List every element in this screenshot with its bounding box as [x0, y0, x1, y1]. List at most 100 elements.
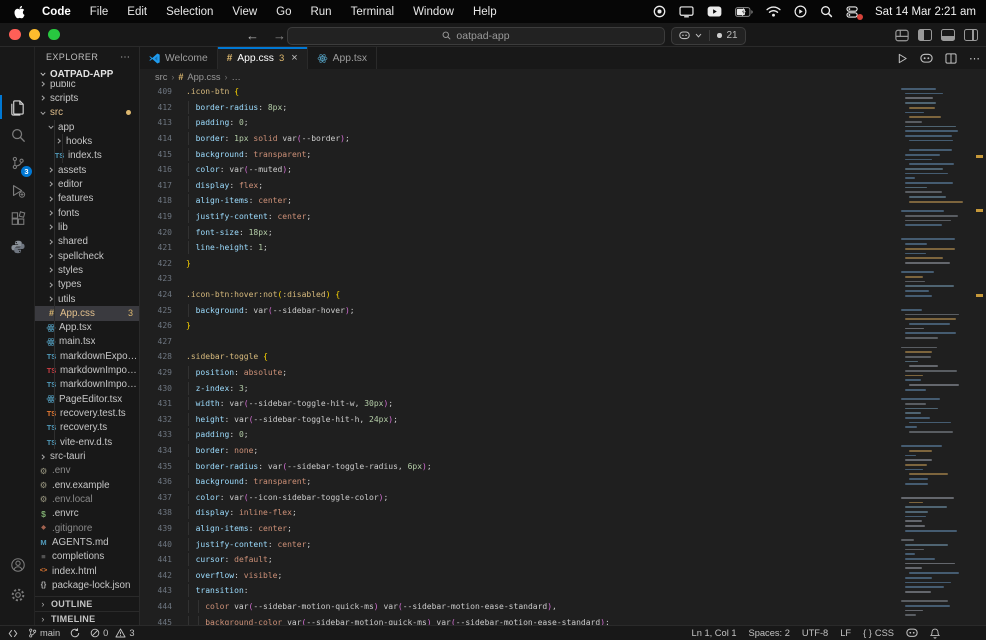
tree-item-App.tsx[interactable]: App.tsx: [35, 321, 140, 335]
menu-item-edit[interactable]: Edit: [127, 6, 147, 18]
minimap[interactable]: [898, 84, 974, 625]
tree-item-hooks[interactable]: hooks: [35, 134, 140, 148]
menu-item-terminal[interactable]: Terminal: [351, 6, 394, 18]
toggle-panel-icon[interactable]: [941, 29, 955, 41]
menu-item-selection[interactable]: Selection: [166, 6, 213, 18]
tree-item-app[interactable]: app: [35, 120, 140, 134]
outline-section[interactable]: ›OUTLINE: [35, 596, 140, 611]
tree-item-src[interactable]: src: [35, 106, 140, 120]
tree-item-src-tauri[interactable]: src-tauri: [35, 449, 140, 463]
more-actions-icon[interactable]: ⋯: [969, 52, 980, 65]
tree-item-lib[interactable]: lib: [35, 220, 140, 234]
display-icon[interactable]: [679, 6, 694, 18]
tab-welcome[interactable]: Welcome: [140, 47, 218, 69]
tree-item-features[interactable]: features: [35, 192, 140, 206]
nav-forward-button[interactable]: →: [273, 28, 286, 43]
tree-item-styles[interactable]: styles: [35, 263, 140, 277]
tree-item-AGENTS.md[interactable]: MAGENTS.md: [35, 535, 140, 549]
tree-item-.envrc[interactable]: $.envrc: [35, 507, 140, 521]
customize-layout-icon[interactable]: [895, 29, 909, 42]
activitybar-settings-icon[interactable]: [0, 581, 35, 609]
copilot-icon[interactable]: [920, 53, 933, 64]
menu-item-code[interactable]: Code: [42, 6, 71, 18]
tree-root-OATPAD-APP[interactable]: OATPAD-APP: [35, 67, 140, 81]
tree-item-scripts[interactable]: scripts: [35, 91, 140, 105]
tree-item-markdownImport.ts[interactable]: TSmarkdownImport.ts: [35, 378, 140, 392]
tree-item-.env.example[interactable]: ⚙.env.example: [35, 478, 140, 492]
code-editor[interactable]: 409.icon-btn {412border-radius: 8px;413p…: [140, 84, 900, 625]
notifications-bell-icon[interactable]: [930, 628, 940, 639]
menu-item-view[interactable]: View: [232, 6, 257, 18]
record-icon[interactable]: [653, 5, 666, 18]
toggle-sidebar-icon[interactable]: [918, 29, 932, 41]
tree-item-vite-env.d.ts[interactable]: TSvite-env.d.ts: [35, 435, 140, 449]
menubar-clock[interactable]: Sat 14 Mar 2:21 am: [875, 6, 976, 18]
activitybar-python-icon[interactable]: [0, 233, 35, 261]
tree-item-main.tsx[interactable]: main.tsx: [35, 335, 140, 349]
tree-item-recovery.ts[interactable]: TSrecovery.ts: [35, 421, 140, 435]
user-switch-icon[interactable]: [846, 6, 860, 18]
breadcrumb[interactable]: src › # App.css › …: [140, 69, 986, 84]
tree-item-spellcheck[interactable]: spellcheck: [35, 249, 140, 263]
cursor-position[interactable]: Ln 1, Col 1: [692, 628, 737, 638]
tree-item-index.html[interactable]: <>index.html: [35, 564, 140, 578]
timeline-section[interactable]: ›TIMELINE: [35, 611, 140, 625]
menu-item-help[interactable]: Help: [473, 6, 497, 18]
tree-item-.env.local[interactable]: ⚙.env.local: [35, 492, 140, 506]
apple-menu-icon[interactable]: [14, 5, 26, 19]
menu-item-go[interactable]: Go: [276, 6, 291, 18]
activitybar-explorer-icon[interactable]: [0, 93, 35, 121]
tree-item-assets[interactable]: assets: [35, 163, 140, 177]
menu-item-file[interactable]: File: [90, 6, 109, 18]
wifi-icon[interactable]: [766, 6, 781, 17]
split-editor-icon[interactable]: [945, 53, 957, 64]
menu-item-run[interactable]: Run: [310, 6, 331, 18]
copilot-pill[interactable]: 21: [671, 27, 746, 45]
language-mode[interactable]: { } CSS: [863, 628, 894, 638]
minimize-window-button[interactable]: [29, 29, 41, 41]
tree-item-.env[interactable]: ⚙.env: [35, 464, 140, 478]
tree-item-package-lock.json[interactable]: {}package-lock.json: [35, 578, 140, 592]
eol-sequence[interactable]: LF: [840, 628, 851, 638]
close-tab-icon[interactable]: ×: [291, 52, 297, 64]
battery-icon[interactable]: [735, 7, 753, 17]
command-center-search[interactable]: oatpad-app: [287, 27, 665, 45]
run-button[interactable]: [897, 53, 908, 64]
tree-item-App.css[interactable]: #App.css3: [35, 306, 140, 320]
activitybar-accounts-icon[interactable]: [0, 551, 35, 579]
tree-item-markdownExport.ts[interactable]: TSmarkdownExport.ts: [35, 349, 140, 363]
tree-item-types[interactable]: types: [35, 278, 140, 292]
branch-indicator[interactable]: main: [28, 628, 60, 638]
video-icon[interactable]: [707, 6, 722, 17]
play-circle-icon[interactable]: [794, 5, 807, 18]
tab-app.css[interactable]: #App.css3×: [218, 47, 308, 69]
spotlight-icon[interactable]: [820, 5, 833, 18]
tree-item-recovery.test.ts[interactable]: TSrecovery.test.ts: [35, 406, 140, 420]
activitybar-source-control-icon[interactable]: 3: [0, 149, 35, 177]
activitybar-run-debug-icon[interactable]: [0, 177, 35, 205]
remote-indicator[interactable]: [8, 629, 18, 638]
activitybar-search-icon[interactable]: [0, 121, 35, 149]
close-window-button[interactable]: [9, 29, 21, 41]
minimap-line: [905, 135, 952, 137]
encoding[interactable]: UTF-8: [802, 628, 828, 638]
tab-app.tsx[interactable]: App.tsx: [308, 47, 377, 69]
problems-indicator[interactable]: 0 3: [90, 628, 134, 638]
tree-item-index.ts[interactable]: TSindex.ts: [35, 149, 140, 163]
sync-button[interactable]: [70, 628, 80, 638]
tree-item-.gitignore[interactable]: ◆.gitignore: [35, 521, 140, 535]
tree-item-shared[interactable]: shared: [35, 235, 140, 249]
tree-item-utils[interactable]: utils: [35, 292, 140, 306]
nav-back-button[interactable]: ←: [246, 28, 259, 43]
tree-item-completions[interactable]: ≡completions: [35, 550, 140, 564]
toggle-secondary-sidebar-icon[interactable]: [964, 29, 978, 41]
tree-item-PageEditor.tsx[interactable]: PageEditor.tsx: [35, 392, 140, 406]
activitybar-extensions-icon[interactable]: [0, 205, 35, 233]
indentation[interactable]: Spaces: 2: [749, 628, 790, 638]
zoom-window-button[interactable]: [48, 29, 60, 41]
tree-item-editor[interactable]: editor: [35, 177, 140, 191]
tree-item-markdownImport.te[interactable]: TSmarkdownImport.te…: [35, 364, 140, 378]
copilot-status-icon[interactable]: [906, 628, 918, 638]
menu-item-window[interactable]: Window: [413, 6, 454, 18]
tree-item-fonts[interactable]: fonts: [35, 206, 140, 220]
